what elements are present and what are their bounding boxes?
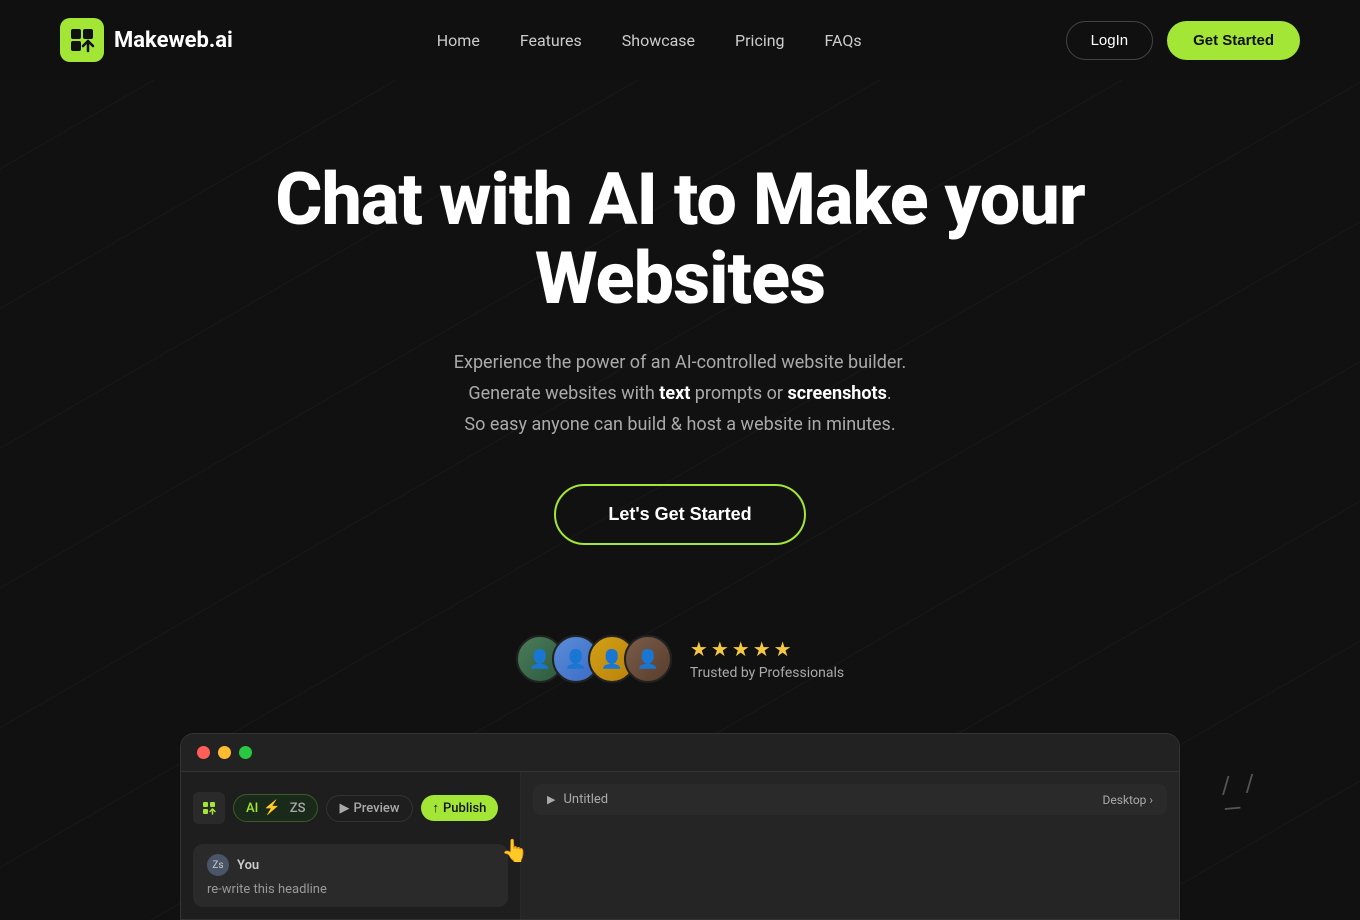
hero-section: Chat with AI to Make your Websites Exper… — [0, 80, 1360, 595]
subtitle-text-bold: text — [659, 383, 690, 404]
decorative-lines: / /— — [1220, 771, 1262, 822]
stars-trust: ★ ★ ★ ★ ★ Trusted by Professionals — [690, 637, 844, 681]
editor-icon — [193, 792, 225, 824]
nav-links: Home Features Showcase Pricing FAQs — [437, 31, 862, 50]
preview-title-left: ▶ Untitled — [547, 792, 608, 807]
get-started-button[interactable]: Get Started — [1167, 21, 1300, 60]
editor-sidebar: AI ⚡ ZS ▶ Preview ↑ Publish Zs — [181, 772, 521, 919]
cursor-icon: 👆 — [501, 839, 528, 864]
nav-logo[interactable]: Makeweb.ai — [60, 18, 233, 62]
chat-user: Zs You — [207, 854, 494, 876]
subtitle-line3: So easy anyone can build & host a websit… — [464, 414, 895, 435]
subtitle-suffix: . — [887, 383, 892, 404]
logo-text: Makeweb.ai — [114, 28, 233, 53]
subtitle-screenshots: screenshots — [787, 383, 886, 404]
logo-icon — [60, 18, 104, 62]
upload-icon: ↑ — [433, 800, 440, 816]
avatar-stack: 👤 👤 👤 👤 — [516, 635, 672, 683]
chat-username: You — [237, 858, 259, 873]
toolbar-preview-btn[interactable]: ▶ Preview — [326, 795, 412, 822]
dot-green — [239, 746, 252, 759]
browser-content: AI ⚡ ZS ▶ Preview ↑ Publish Zs — [181, 772, 1179, 919]
nav-actions: LogIn Get Started — [1066, 21, 1300, 60]
subtitle-prefix: Generate websites with — [468, 383, 659, 404]
preview-desktop-btn[interactable]: Desktop › — [1103, 793, 1153, 807]
dot-yellow — [218, 746, 231, 759]
browser-mockup: AI ⚡ ZS ▶ Preview ↑ Publish Zs — [180, 733, 1180, 920]
star-4: ★ — [753, 637, 771, 661]
chat-avatar: Zs — [207, 854, 229, 876]
nav-features[interactable]: Features — [520, 31, 582, 50]
nav-home[interactable]: Home — [437, 31, 480, 50]
chat-message: Zs You re-write this headline — [193, 844, 508, 907]
star-2: ★ — [711, 637, 729, 661]
login-button[interactable]: LogIn — [1066, 21, 1154, 60]
stars-row: ★ ★ ★ ★ ★ — [690, 637, 844, 661]
preview-play-icon: ▶ — [547, 793, 555, 806]
zs-label: ZS — [290, 801, 306, 816]
toolbar-publish-btn[interactable]: ↑ Publish — [421, 795, 499, 821]
nav-showcase[interactable]: Showcase — [622, 31, 695, 50]
preview-title: Untitled — [563, 792, 608, 807]
editor-toolbar: AI ⚡ ZS ▶ Preview ↑ Publish — [193, 784, 508, 836]
lightning-icon: ⚡ — [263, 800, 280, 816]
subtitle-line1: Experience the power of an AI-controlled… — [454, 352, 906, 373]
nav-pricing[interactable]: Pricing — [735, 31, 785, 50]
nav-faqs[interactable]: FAQs — [825, 31, 862, 50]
star-3: ★ — [732, 637, 750, 661]
star-5: ★ — [774, 637, 792, 661]
avatar-4: 👤 — [624, 635, 672, 683]
dot-red — [197, 746, 210, 759]
hero-cta-button[interactable]: Let's Get Started — [554, 484, 805, 545]
navbar: Makeweb.ai Home Features Showcase Pricin… — [0, 0, 1360, 80]
subtitle-mid: prompts or — [690, 383, 787, 404]
star-1: ★ — [690, 637, 708, 661]
play-icon: ▶ — [339, 801, 349, 816]
preview-panel: ▶ Untitled Desktop › — [521, 772, 1179, 919]
social-proof: 👤 👤 👤 👤 ★ ★ ★ ★ ★ Trusted by Professiona… — [0, 595, 1360, 733]
hero-title: Chat with AI to Make your Websites — [230, 160, 1130, 318]
browser-titlebar — [181, 734, 1179, 772]
preview-titlebar: ▶ Untitled Desktop › — [533, 784, 1167, 815]
chat-text: re-write this headline — [207, 882, 494, 897]
hero-subtitle: Experience the power of an AI-controlled… — [380, 348, 980, 440]
trust-text: Trusted by Professionals — [690, 665, 844, 681]
toolbar-ai-btn[interactable]: AI ⚡ ZS — [233, 794, 318, 822]
